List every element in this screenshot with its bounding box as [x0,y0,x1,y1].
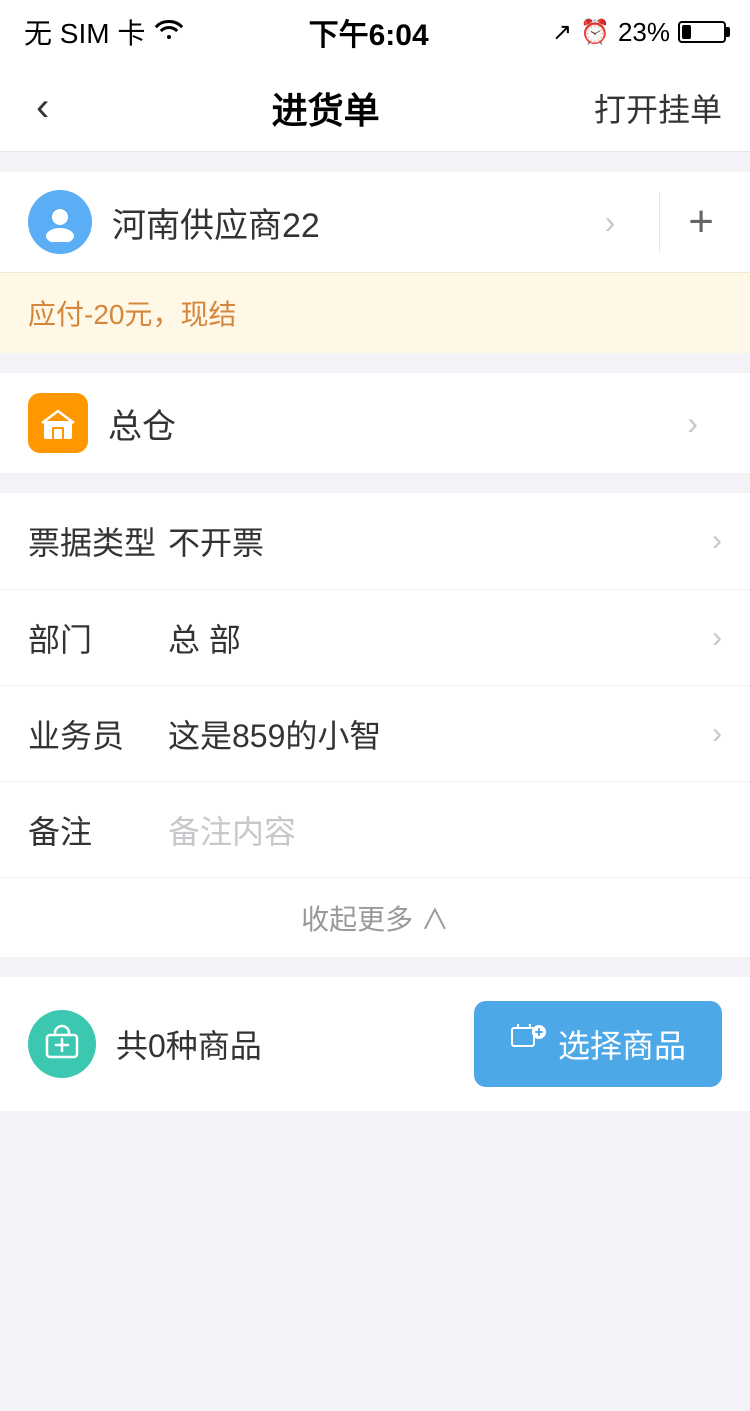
product-bar: 共0种商品 选择商品 [0,977,750,1111]
supplier-chevron-icon: › [605,204,616,241]
supplier-row[interactable]: 河南供应商22 › + [0,172,750,272]
warehouse-section: 总仓 › [0,373,750,473]
add-button[interactable]: + [680,197,722,247]
dept-chevron-icon: › [712,621,722,655]
supplier-section: 河南供应商22 › + 应付-20元，现结 [0,172,750,353]
warehouse-icon [40,405,76,441]
status-time: 下午6:04 [309,10,429,54]
battery-bar [678,21,726,43]
dept-row[interactable]: 部门 总 部 › [0,589,750,685]
invoice-row[interactable]: 票据类型 不开票 › [0,493,750,589]
remark-input[interactable]: 备注内容 [168,807,722,853]
battery-percent: 23% [618,17,670,48]
salesman-row[interactable]: 业务员 这是859的小智 › [0,685,750,781]
notice-banner: 应付-20元，现结 [0,272,750,353]
back-button[interactable]: ‹ [28,77,57,138]
invoice-chevron-icon: › [712,524,722,558]
select-product-label: 选择商品 [558,1021,686,1067]
page-title: 进货单 [272,82,380,134]
warehouse-icon-wrap [28,393,88,453]
vertical-divider [659,192,660,252]
collapse-row[interactable]: 收起更多 ∧ [0,877,750,957]
form-section: 票据类型 不开票 › 部门 总 部 › 业务员 这是859的小智 › 备注 备注… [0,493,750,957]
status-bar: 无 SIM 卡 下午6:04 ↗ ⏰ 23% [0,0,750,64]
product-count: 共0种商品 [116,1021,454,1067]
salesman-chevron-icon: › [712,717,722,751]
select-product-button[interactable]: 选择商品 [474,1001,722,1087]
warehouse-chevron-icon: › [687,405,698,442]
remark-label: 备注 [28,807,168,853]
supplier-name: 河南供应商22 [112,198,605,247]
status-left: 无 SIM 卡 [24,12,185,52]
warehouse-row[interactable]: 总仓 › [0,373,750,473]
open-pending-button[interactable]: 打开挂单 [594,85,722,131]
wifi-icon [153,17,185,48]
invoice-label: 票据类型 [28,518,168,564]
footer-bg [0,1111,750,1411]
carrier-label: 无 SIM 卡 [24,12,145,52]
user-icon [40,202,80,242]
warehouse-name: 总仓 [108,399,687,448]
notice-text: 应付-20元，现结 [28,299,236,330]
dept-label: 部门 [28,615,168,661]
nav-bar: ‹ 进货单 打开挂单 [0,64,750,152]
divider-2 [0,353,750,373]
invoice-value: 不开票 [168,518,712,564]
remark-row[interactable]: 备注 备注内容 [0,781,750,877]
salesman-label: 业务员 [28,711,168,757]
cart-icon [510,1024,546,1065]
divider-4 [0,957,750,977]
battery-fill [682,25,691,39]
location-icon: ↗ [552,18,572,47]
status-right: ↗ ⏰ 23% [552,17,726,48]
product-icon [41,1023,83,1065]
divider-3 [0,473,750,493]
salesman-value: 这是859的小智 [168,711,712,757]
product-icon-wrap [28,1010,96,1078]
alarm-icon: ⏰ [580,18,610,47]
dept-value: 总 部 [168,615,712,661]
supplier-avatar [28,190,92,254]
collapse-label: 收起更多 ∧ [301,898,449,938]
top-divider [0,152,750,172]
